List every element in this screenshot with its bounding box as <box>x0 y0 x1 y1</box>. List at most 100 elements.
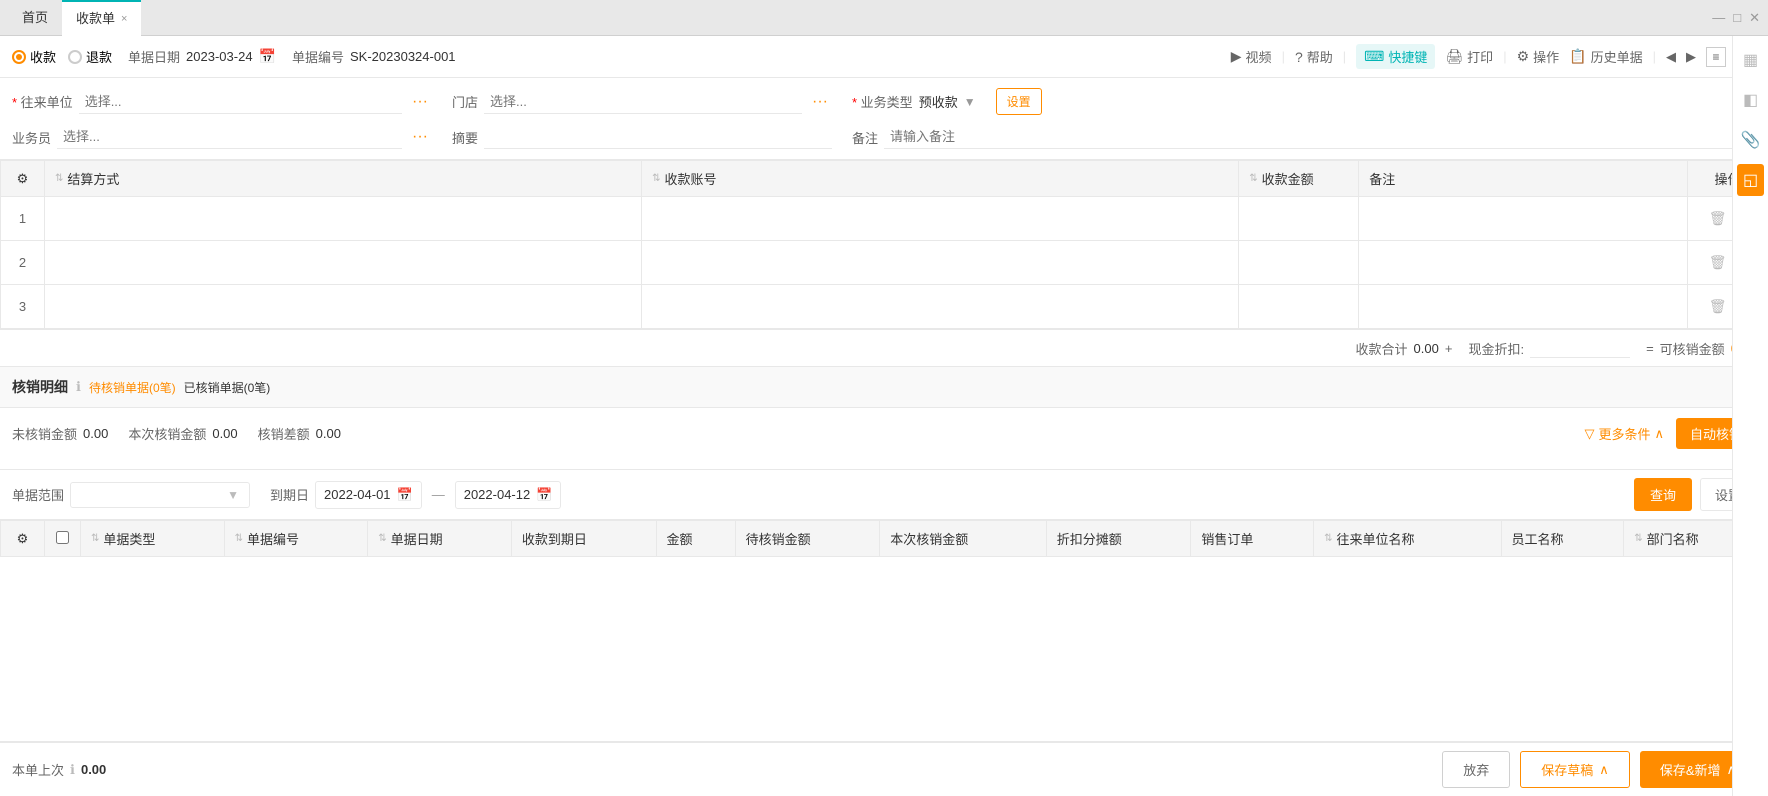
side-table-icon[interactable]: ▦ <box>1737 44 1764 76</box>
table-footer: 收款合计 0.00 + 现金折扣: = 可核销金额 0.00 <box>0 329 1768 366</box>
nav-prev-btn[interactable]: ◀ <box>1666 49 1676 65</box>
close-icon[interactable]: ✕ <box>1749 10 1760 26</box>
sales-field: 业务员 ··· <box>12 125 432 149</box>
radio-receipt-dot <box>12 50 26 64</box>
filter-icon: ▽ <box>1584 426 1594 442</box>
query-btn[interactable]: 查询 <box>1634 478 1692 511</box>
sort-date-icon[interactable]: ⇅ <box>378 533 386 544</box>
side-layout-icon[interactable]: ◧ <box>1737 84 1764 116</box>
side-attachment-icon[interactable]: 📎 <box>1735 124 1767 156</box>
receipt-table: ⚙ ⇅ 结算方式 ⇅ 收款账号 <box>0 160 1768 329</box>
counterpart-more-icon[interactable]: ··· <box>408 93 432 111</box>
done-tab[interactable]: 已核销单据(0笔) <box>184 379 271 396</box>
discount-input[interactable] <box>1530 338 1630 358</box>
sort-dept-icon[interactable]: ⇅ <box>1634 533 1642 544</box>
bottom-col-employee-header: 员工名称 <box>1501 521 1624 557</box>
sort-amount-icon[interactable]: ⇅ <box>1249 173 1257 184</box>
window-controls: — □ ✕ <box>1712 10 1760 26</box>
bottom-col-current-header: 本次核销金额 <box>880 521 1047 557</box>
delete-row-2-icon[interactable]: 🗑 <box>1709 254 1727 271</box>
bottom-col-discount-header: 折扣分摊额 <box>1046 521 1191 557</box>
verify-area: 未核销金额 0.00 本次核销金额 0.00 核销差额 0.00 ▽ 更多条件 … <box>0 408 1768 470</box>
bottom-col-counterpart-header: ⇅ 往来单位名称 <box>1314 521 1501 557</box>
delete-row-1-icon[interactable]: 🗑 <box>1709 210 1727 227</box>
settlement-cell-1[interactable] <box>45 197 642 241</box>
form-settings-btn[interactable]: 设置 <box>996 88 1042 115</box>
remark-input[interactable] <box>884 125 1756 149</box>
shortcut-btn[interactable]: ⌨ 快捷键 <box>1356 44 1435 69</box>
tab-home[interactable]: 首页 <box>8 0 62 36</box>
date-to-input[interactable]: 2022-04-12 📅 <box>455 481 562 509</box>
amount-cell-3[interactable] <box>1239 285 1359 329</box>
date-from-calendar-icon[interactable]: 📅 <box>397 487 413 503</box>
more-conditions-btn[interactable]: ▽ 更多条件 ∧ <box>1584 424 1664 443</box>
radio-refund[interactable]: 退款 <box>68 47 112 66</box>
maximize-icon[interactable]: □ <box>1733 10 1741 25</box>
save-draft-btn[interactable]: 保存草稿 ∧ <box>1520 751 1630 788</box>
print-btn[interactable]: 🖨 打印 <box>1445 47 1493 66</box>
settlement-cell-3[interactable] <box>45 285 642 329</box>
operation-icon: ⚙ <box>1517 48 1530 65</box>
remark-cell-2[interactable] <box>1359 241 1688 285</box>
date-value: 2023-03-24 <box>186 49 253 64</box>
range-chevron-icon: ▼ <box>227 488 239 502</box>
date-calendar-icon[interactable]: 📅 <box>259 48 276 65</box>
list-view-icon[interactable]: ≡ <box>1706 47 1726 67</box>
date-to-calendar-icon[interactable]: 📅 <box>536 487 552 503</box>
footer-info-icon[interactable]: ℹ <box>70 762 75 778</box>
sort-account-icon[interactable]: ⇅ <box>652 173 660 184</box>
account-cell-2[interactable] <box>642 241 1239 285</box>
form-row-2: 业务员 ··· 摘要 备注 <box>12 125 1756 149</box>
sort-settlement-icon[interactable]: ⇅ <box>55 173 63 184</box>
col-remark-header: 备注 <box>1359 161 1688 197</box>
pending-tab[interactable]: 待核销单据(0笔) <box>89 379 176 396</box>
tab-close-icon[interactable]: × <box>121 1 127 37</box>
bottom-col-number-header: ⇅ 单据编号 <box>224 521 368 557</box>
history-btn[interactable]: 📋 历史单据 <box>1569 47 1642 66</box>
section-info-icon[interactable]: ℹ <box>76 379 81 395</box>
account-cell-1[interactable] <box>642 197 1239 241</box>
number-value: SK-20230324-001 <box>350 49 456 64</box>
bottom-table-area: ⚙ ⇅ 单据类型 ⇅ 单据编号 <box>0 520 1768 741</box>
nav-next-btn[interactable]: ▶ <box>1686 49 1696 65</box>
side-expand-icon[interactable]: ◱ <box>1737 164 1764 196</box>
amount-cell-2[interactable] <box>1239 241 1359 285</box>
settlement-cell-2[interactable] <box>45 241 642 285</box>
video-btn[interactable]: ▶ 视频 <box>1231 47 1272 66</box>
select-all-checkbox[interactable] <box>56 531 69 544</box>
range-select[interactable]: ▼ <box>70 482 250 508</box>
operation-btn[interactable]: ⚙ 操作 <box>1517 47 1560 66</box>
store-more-icon[interactable]: ··· <box>808 93 832 111</box>
bottom-col-due-header: 收款到期日 <box>511 521 656 557</box>
summary-input[interactable] <box>484 125 832 149</box>
abandon-btn[interactable]: 放弃 <box>1442 751 1510 788</box>
tab-receipt[interactable]: 收款单 × <box>62 0 141 36</box>
store-input[interactable] <box>484 90 802 114</box>
sort-number-icon[interactable]: ⇅ <box>235 533 243 544</box>
help-btn[interactable]: ? 帮助 <box>1295 47 1333 66</box>
remark-cell-3[interactable] <box>1359 285 1688 329</box>
delete-row-3-icon[interactable]: 🗑 <box>1709 298 1727 315</box>
bottom-col-checkbox-header[interactable] <box>45 521 81 557</box>
account-cell-3[interactable] <box>642 285 1239 329</box>
sales-input[interactable] <box>57 125 402 149</box>
sales-more-icon[interactable]: ··· <box>408 128 432 146</box>
col-settlement-header: ⇅ 结算方式 <box>45 161 642 197</box>
unchecked-field: 未核销金额 0.00 <box>12 424 108 443</box>
amount-cell-1[interactable] <box>1239 197 1359 241</box>
bottom-col-type-header: ⇅ 单据类型 <box>81 521 225 557</box>
radio-receipt[interactable]: 收款 <box>12 47 56 66</box>
minimize-icon[interactable]: — <box>1712 10 1725 25</box>
counterpart-field: 往来单位 ··· <box>12 90 432 114</box>
sort-type-icon[interactable]: ⇅ <box>91 533 99 544</box>
col-setting-header[interactable]: ⚙ <box>1 161 45 197</box>
business-type-chevron-icon[interactable]: ▼ <box>964 95 976 109</box>
sort-counterpart-icon[interactable]: ⇅ <box>1324 533 1332 544</box>
receipt-type-group: 收款 退款 <box>12 47 112 66</box>
remark-cell-1[interactable] <box>1359 197 1688 241</box>
footer-info: 本单上次 ℹ 0.00 <box>12 760 106 779</box>
bottom-col-setting-header[interactable]: ⚙ <box>1 521 45 557</box>
date-from-input[interactable]: 2022-04-01 📅 <box>315 481 422 509</box>
table-gear-icon[interactable]: ⚙ <box>17 171 29 186</box>
counterpart-input[interactable] <box>79 90 402 114</box>
